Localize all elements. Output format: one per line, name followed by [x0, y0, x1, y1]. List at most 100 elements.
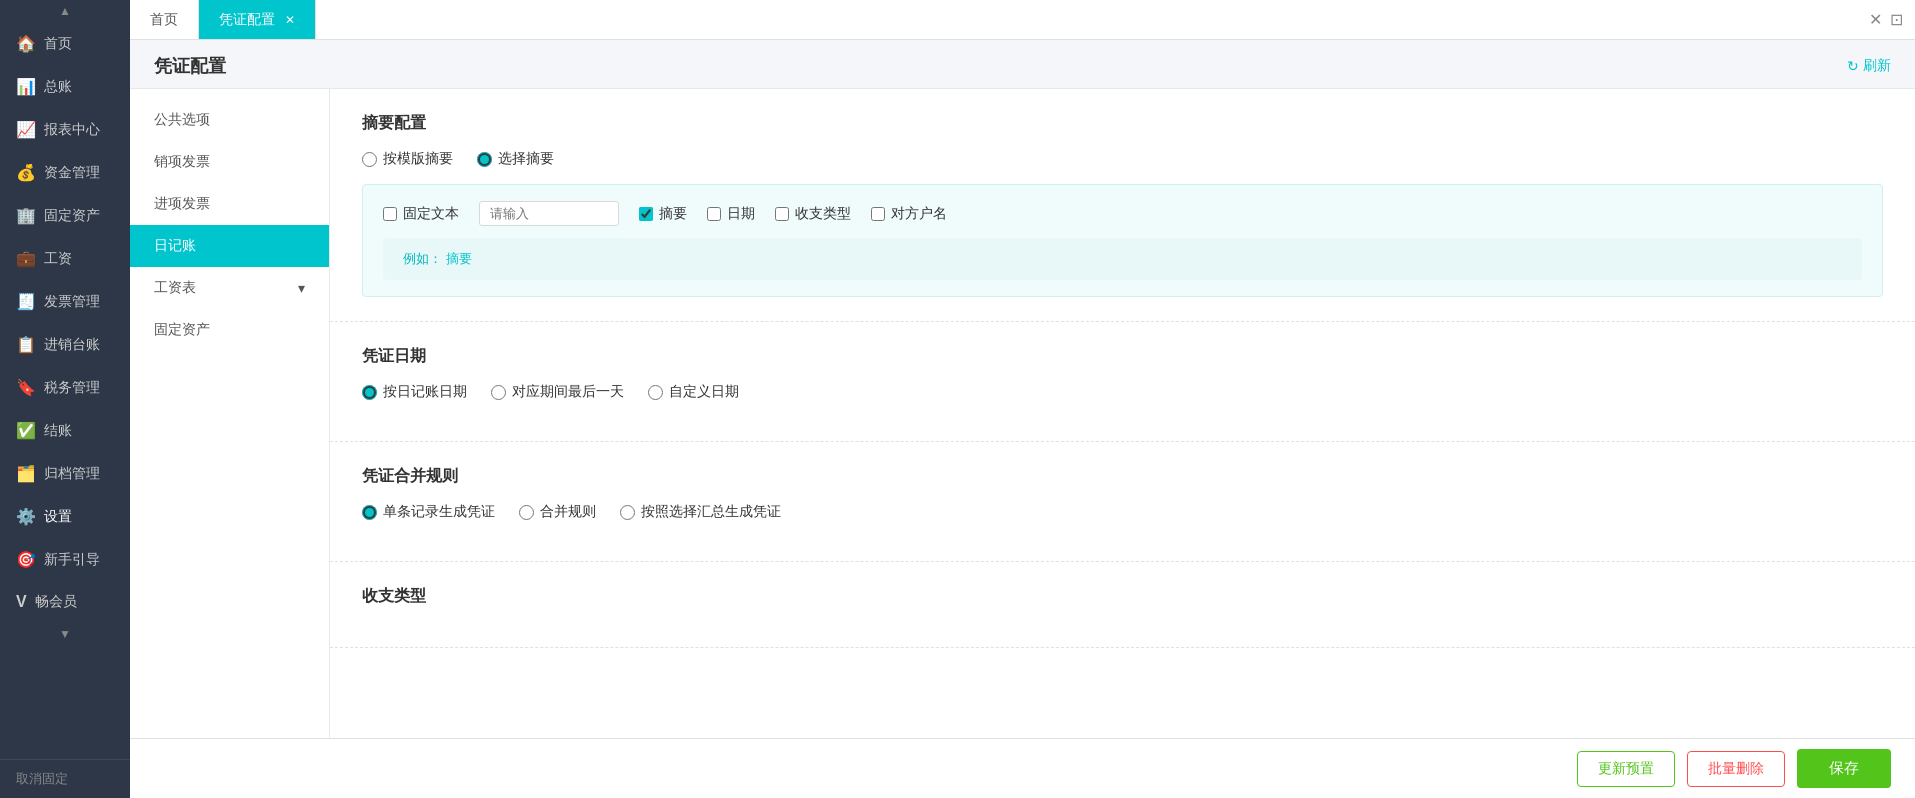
batch-delete-button[interactable]: 批量删除 [1687, 751, 1785, 787]
fixed-text-input[interactable] [479, 201, 619, 226]
checkbox-date-label: 日期 [727, 205, 755, 223]
sidebar-item-general-ledger[interactable]: 📊 总账 [0, 65, 130, 108]
radio-select-summary-merge-input[interactable] [620, 505, 635, 520]
voucher-date-section: 凭证日期 按日记账日期 对应期间最后一天 自定义日期 [330, 322, 1915, 442]
radio-template-summary-input[interactable] [362, 152, 377, 167]
sidebar-scroll-up[interactable]: ▲ [0, 0, 130, 22]
left-nav-fixed-assets[interactable]: 固定资产 [130, 309, 329, 351]
radio-by-journal-date[interactable]: 按日记账日期 [362, 383, 467, 401]
checkbox-fixed-text-input[interactable] [383, 207, 397, 221]
update-preview-button[interactable]: 更新预置 [1577, 751, 1675, 787]
sidebar-item-invoice-management[interactable]: 🧾 发票管理 [0, 280, 130, 323]
sidebar-cancel-pin[interactable]: 取消固定 [0, 759, 130, 798]
purchase-icon: 📋 [16, 335, 36, 354]
sidebar-item-guide-label: 新手引导 [44, 551, 100, 569]
left-nav-purchase-invoice[interactable]: 进项发票 [130, 183, 329, 225]
checkbox-income-type-input[interactable] [775, 207, 789, 221]
window-resize-icon[interactable]: ⊡ [1890, 10, 1903, 29]
refresh-button[interactable]: ↻ 刷新 [1847, 57, 1891, 75]
radio-custom-date[interactable]: 自定义日期 [648, 383, 739, 401]
summary-checkbox-group: 固定文本 摘要 日期 [383, 201, 1862, 226]
checkbox-date[interactable]: 日期 [707, 205, 755, 223]
checkbox-summary-input[interactable] [639, 207, 653, 221]
example-prefix: 例如： [403, 251, 442, 266]
radio-select-summary[interactable]: 选择摘要 [477, 150, 554, 168]
guide-icon: 🎯 [16, 550, 36, 569]
report-icon: 📈 [16, 120, 36, 139]
sidebar-item-purchase-sales[interactable]: 📋 进销台账 [0, 323, 130, 366]
left-nav-journal[interactable]: 日记账 [130, 225, 329, 267]
sidebar-item-fixed-assets-label: 固定资产 [44, 207, 100, 225]
checkbox-counterparty-input[interactable] [871, 207, 885, 221]
sidebar-item-home[interactable]: 🏠 首页 [0, 22, 130, 65]
invoice-icon: 🧾 [16, 292, 36, 311]
sidebar-item-guide[interactable]: 🎯 新手引导 [0, 538, 130, 581]
window-close-icon[interactable]: ✕ [1869, 10, 1882, 29]
radio-by-journal-date-label: 按日记账日期 [383, 383, 467, 401]
tab-bar-actions: ✕ ⊡ [1869, 10, 1915, 29]
sidebar-item-member[interactable]: V 畅会员 [0, 581, 130, 623]
left-nav-fixed-assets-label: 固定资产 [154, 321, 210, 339]
home-icon: 🏠 [16, 34, 36, 53]
sidebar-item-general-ledger-label: 总账 [44, 78, 72, 96]
sidebar-item-report-center[interactable]: 📈 报表中心 [0, 108, 130, 151]
assets-icon: 🏢 [16, 206, 36, 225]
left-nav-payroll-table-label: 工资表 [154, 279, 196, 297]
sidebar-item-archive-label: 归档管理 [44, 465, 100, 483]
page-body: 公共选项 销项发票 进项发票 日记账 工资表 ▾ 固定资产 [130, 89, 1915, 738]
summary-config-title: 摘要配置 [362, 113, 1883, 134]
sidebar-item-archive[interactable]: 🗂️ 归档管理 [0, 452, 130, 495]
radio-single-record-input[interactable] [362, 505, 377, 520]
radio-last-day-of-period[interactable]: 对应期间最后一天 [491, 383, 624, 401]
checkbox-income-type[interactable]: 收支类型 [775, 205, 851, 223]
save-button[interactable]: 保存 [1797, 749, 1891, 788]
radio-last-day-of-period-input[interactable] [491, 385, 506, 400]
checkbox-counterparty[interactable]: 对方户名 [871, 205, 947, 223]
checkbox-income-type-label: 收支类型 [795, 205, 851, 223]
member-icon: V [16, 593, 27, 611]
voucher-date-title: 凭证日期 [362, 346, 1883, 367]
sidebar-item-payroll[interactable]: 💼 工资 [0, 237, 130, 280]
tab-voucher-config[interactable]: 凭证配置 ✕ [199, 0, 316, 39]
income-type-section: 收支类型 [330, 562, 1915, 648]
radio-select-summary-merge[interactable]: 按照选择汇总生成凭证 [620, 503, 781, 521]
summary-config-section: 摘要配置 按模版摘要 选择摘要 [330, 89, 1915, 322]
sidebar-scroll-down[interactable]: ▼ [0, 623, 130, 645]
sidebar-item-settlement[interactable]: ✅ 结账 [0, 409, 130, 452]
sidebar-item-fund-management-label: 资金管理 [44, 164, 100, 182]
radio-template-summary[interactable]: 按模版摘要 [362, 150, 453, 168]
radio-template-summary-label: 按模版摘要 [383, 150, 453, 168]
page-with-header: 凭证配置 ↻ 刷新 公共选项 销项发票 进项发票 日记账 [130, 40, 1915, 798]
sidebar-item-settings[interactable]: ⚙️ 设置 [0, 495, 130, 538]
summary-hint-text: 例如： 摘要 [403, 251, 472, 266]
radio-merge-rule[interactable]: 合并规则 [519, 503, 596, 521]
left-nav-sales-invoice-label: 销项发票 [154, 153, 210, 171]
checkbox-summary[interactable]: 摘要 [639, 205, 687, 223]
radio-by-journal-date-input[interactable] [362, 385, 377, 400]
checkbox-date-input[interactable] [707, 207, 721, 221]
sidebar-item-settings-label: 设置 [44, 508, 72, 526]
tax-icon: 🔖 [16, 378, 36, 397]
chevron-down-icon: ▾ [298, 280, 305, 296]
checkbox-fixed-text[interactable]: 固定文本 [383, 205, 459, 223]
payroll-icon: 💼 [16, 249, 36, 268]
sidebar-item-home-label: 首页 [44, 35, 72, 53]
sidebar-item-tax-management[interactable]: 🔖 税务管理 [0, 366, 130, 409]
tab-close-icon[interactable]: ✕ [285, 13, 295, 27]
sidebar-item-fixed-assets[interactable]: 🏢 固定资产 [0, 194, 130, 237]
tab-home[interactable]: 首页 [130, 0, 199, 39]
left-nav-public-options[interactable]: 公共选项 [130, 99, 329, 141]
radio-select-summary-input[interactable] [477, 152, 492, 167]
radio-merge-rule-input[interactable] [519, 505, 534, 520]
radio-custom-date-input[interactable] [648, 385, 663, 400]
fund-icon: 💰 [16, 163, 36, 182]
sidebar-item-payroll-label: 工资 [44, 250, 72, 268]
summary-hint-box: 例如： 摘要 [383, 238, 1862, 280]
radio-single-record[interactable]: 单条记录生成凭证 [362, 503, 495, 521]
sidebar-item-tax-management-label: 税务管理 [44, 379, 100, 397]
left-nav-sales-invoice[interactable]: 销项发票 [130, 141, 329, 183]
radio-single-record-label: 单条记录生成凭证 [383, 503, 495, 521]
sidebar-item-fund-management[interactable]: 💰 资金管理 [0, 151, 130, 194]
left-nav-public-options-label: 公共选项 [154, 111, 210, 129]
left-nav-payroll-table[interactable]: 工资表 ▾ [130, 267, 329, 309]
